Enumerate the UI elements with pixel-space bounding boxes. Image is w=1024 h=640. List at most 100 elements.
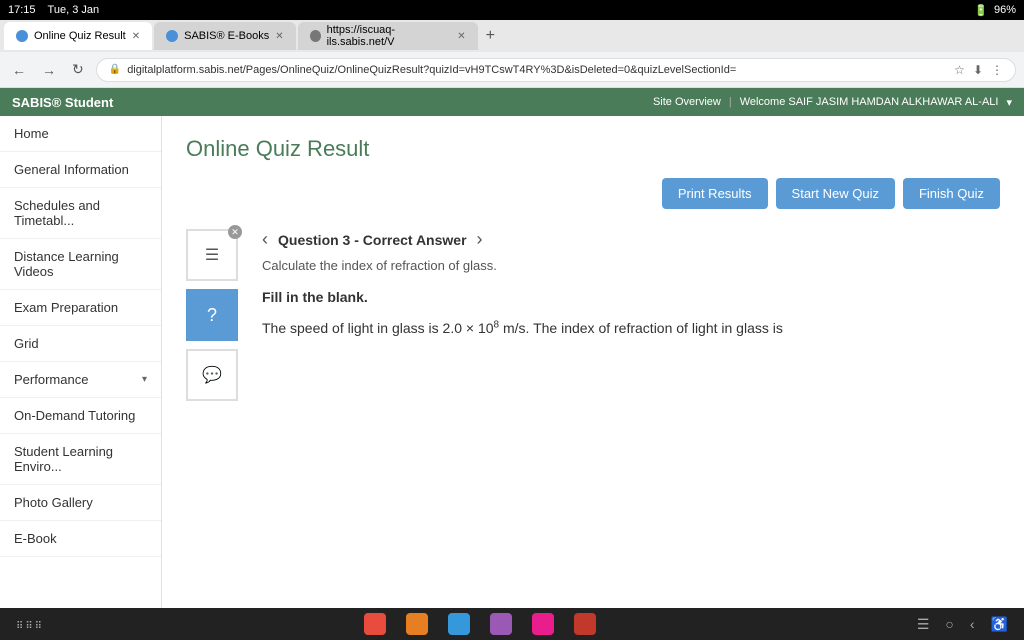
tab-label-3: https://iscuaq-ils.sabis.net/V	[327, 24, 452, 48]
sidebar-item-grid[interactable]: Grid	[0, 326, 161, 362]
thumbnail-1[interactable]: ✕ ☰	[186, 229, 238, 281]
new-tab-button[interactable]: +	[480, 27, 501, 45]
print-results-button[interactable]: Print Results	[662, 178, 768, 209]
question-label: Question 3 - Correct Answer	[278, 232, 467, 248]
taskbar-app-2[interactable]	[406, 613, 428, 635]
thumb-close-icon: ✕	[228, 225, 242, 239]
bookmark-icon[interactable]: ☆	[954, 63, 965, 77]
action-buttons: Print Results Start New Quiz Finish Quiz	[186, 178, 1000, 209]
question-nav: ‹ Question 3 - Correct Answer ›	[262, 229, 1000, 250]
sidebar-home-label: Home	[14, 126, 49, 141]
app-grid-icon[interactable]: ⠿⠿⠿	[16, 621, 44, 632]
site-overview-link[interactable]: Site Overview	[653, 96, 721, 108]
question-body-suffix: m/s. The index of refraction of light in…	[499, 320, 783, 336]
sidebar-item-ebook[interactable]: E-Book	[0, 521, 161, 557]
sidebar-tutoring-label: On-Demand Tutoring	[14, 408, 135, 423]
sidebar-general-label: General Information	[14, 162, 129, 177]
battery-level: 96%	[994, 4, 1016, 16]
tab-favicon-3	[310, 30, 321, 42]
tab-close-2[interactable]: ✕	[275, 31, 283, 42]
sidebar-schedules-label: Schedules and Timetabl...	[14, 198, 147, 228]
user-dropdown-icon[interactable]: ▾	[1006, 96, 1012, 109]
tab-quiz-result[interactable]: Online Quiz Result ✕	[4, 22, 152, 50]
welcome-text: Welcome SAIF JASIM HAMDAN ALKHAWAR AL-AL…	[740, 96, 999, 108]
tabs-bar: Online Quiz Result ✕ SABIS® E-Books ✕ ht…	[0, 20, 1024, 52]
taskbar-back-icon[interactable]: ‹	[970, 616, 975, 632]
tab-close-1[interactable]: ✕	[132, 31, 140, 42]
start-new-quiz-button[interactable]: Start New Quiz	[776, 178, 895, 209]
address-input[interactable]: 🔒 digitalplatform.sabis.net/Pages/Online…	[96, 58, 1016, 82]
quiz-area: ✕ ☰ ? 💬 ‹ Question 3 - Correct Answer › …	[186, 229, 1000, 401]
tab-label-2: SABIS® E-Books	[184, 30, 269, 42]
taskbar-center	[364, 613, 596, 635]
url-text: digitalplatform.sabis.net/Pages/OnlineQu…	[127, 64, 948, 76]
content-area: Online Quiz Result Print Results Start N…	[162, 116, 1024, 608]
status-bar: 17:15 Tue, 3 Jan 🔋 96%	[0, 0, 1024, 20]
sidebar-exam-label: Exam Preparation	[14, 300, 118, 315]
tab-favicon-2	[166, 30, 178, 42]
sidebar-performance-label: Performance	[14, 372, 88, 387]
tab-ebooks[interactable]: SABIS® E-Books ✕	[154, 22, 296, 50]
taskbar-accessibility-icon[interactable]: ♿	[991, 616, 1008, 633]
sidebar-item-exam-prep[interactable]: Exam Preparation	[0, 290, 161, 326]
sidebar-item-photo-gallery[interactable]: Photo Gallery	[0, 485, 161, 521]
sidebar-item-performance[interactable]: Performance ▾	[0, 362, 161, 398]
sidebar: Home General Information Schedules and T…	[0, 116, 162, 608]
taskbar-app-3[interactable]	[448, 613, 470, 635]
finish-quiz-button[interactable]: Finish Quiz	[903, 178, 1000, 209]
tab-url[interactable]: https://iscuaq-ils.sabis.net/V ✕	[298, 22, 478, 50]
forward-button[interactable]: →	[38, 60, 60, 80]
taskbar-app-5[interactable]	[532, 613, 554, 635]
sidebar-item-general[interactable]: General Information	[0, 152, 161, 188]
sabis-nav: Site Overview | Welcome SAIF JASIM HAMDA…	[653, 96, 1012, 109]
sidebar-ebook-label: E-Book	[14, 531, 57, 546]
taskbar-left: ⠿⠿⠿	[16, 616, 44, 632]
thumbnail-3[interactable]: 💬	[186, 349, 238, 401]
time: 17:15	[8, 4, 36, 16]
question-thumbnails: ✕ ☰ ? 💬	[186, 229, 246, 401]
taskbar: ⠿⠿⠿ ☰ ○ ‹ ♿	[0, 608, 1024, 640]
address-bar: ← → ↻ 🔒 digitalplatform.sabis.net/Pages/…	[0, 52, 1024, 88]
next-question-button[interactable]: ›	[477, 229, 483, 250]
question-body: The speed of light in glass is 2.0 × 108…	[262, 317, 1000, 339]
question-content: ‹ Question 3 - Correct Answer › Calculat…	[262, 229, 1000, 401]
question-body-text: The speed of light in glass is 2.0 × 10	[262, 320, 494, 336]
question-description: Calculate the index of refraction of gla…	[262, 258, 1000, 273]
prev-question-button[interactable]: ‹	[262, 229, 268, 250]
sidebar-photo-label: Photo Gallery	[14, 495, 93, 510]
sabis-logo: SABIS® Student	[12, 95, 113, 110]
fill-blank-label: Fill in the blank.	[262, 289, 1000, 305]
battery-icon: 🔋	[974, 4, 988, 17]
sidebar-student-label: Student Learning Enviro...	[14, 444, 147, 474]
menu-icon[interactable]: ⋮	[991, 63, 1003, 77]
nav-separator: |	[729, 96, 732, 108]
chevron-down-icon: ▾	[142, 374, 147, 385]
page-title: Online Quiz Result	[186, 136, 1000, 162]
thumb-2-icon: ?	[207, 305, 217, 326]
address-icons: ☆ ⬇ ⋮	[954, 63, 1003, 77]
tab-close-3[interactable]: ✕	[457, 31, 465, 42]
thumbnail-2[interactable]: ?	[186, 289, 238, 341]
sidebar-distance-label: Distance Learning Videos	[14, 249, 147, 279]
sidebar-grid-label: Grid	[14, 336, 39, 351]
status-right: 🔋 96%	[974, 4, 1016, 17]
taskbar-home-icon[interactable]: ○	[945, 616, 953, 632]
tab-label-1: Online Quiz Result	[34, 30, 126, 42]
download-icon[interactable]: ⬇	[973, 63, 983, 77]
back-button[interactable]: ←	[8, 60, 30, 80]
date: Tue, 3 Jan	[48, 4, 100, 16]
sidebar-item-student-learning[interactable]: Student Learning Enviro...	[0, 434, 161, 485]
sidebar-item-tutoring[interactable]: On-Demand Tutoring	[0, 398, 161, 434]
taskbar-app-6[interactable]	[574, 613, 596, 635]
tab-favicon-1	[16, 30, 28, 42]
taskbar-app-1[interactable]	[364, 613, 386, 635]
taskbar-menu-icon[interactable]: ☰	[917, 616, 930, 633]
reload-button[interactable]: ↻	[68, 59, 88, 80]
thumb-1-icon: ☰	[205, 245, 219, 265]
sidebar-item-schedules[interactable]: Schedules and Timetabl...	[0, 188, 161, 239]
taskbar-app-4[interactable]	[490, 613, 512, 635]
taskbar-right: ☰ ○ ‹ ♿	[917, 616, 1008, 633]
sidebar-item-distance-learning[interactable]: Distance Learning Videos	[0, 239, 161, 290]
main-layout: Home General Information Schedules and T…	[0, 116, 1024, 608]
sidebar-item-home[interactable]: Home	[0, 116, 161, 152]
